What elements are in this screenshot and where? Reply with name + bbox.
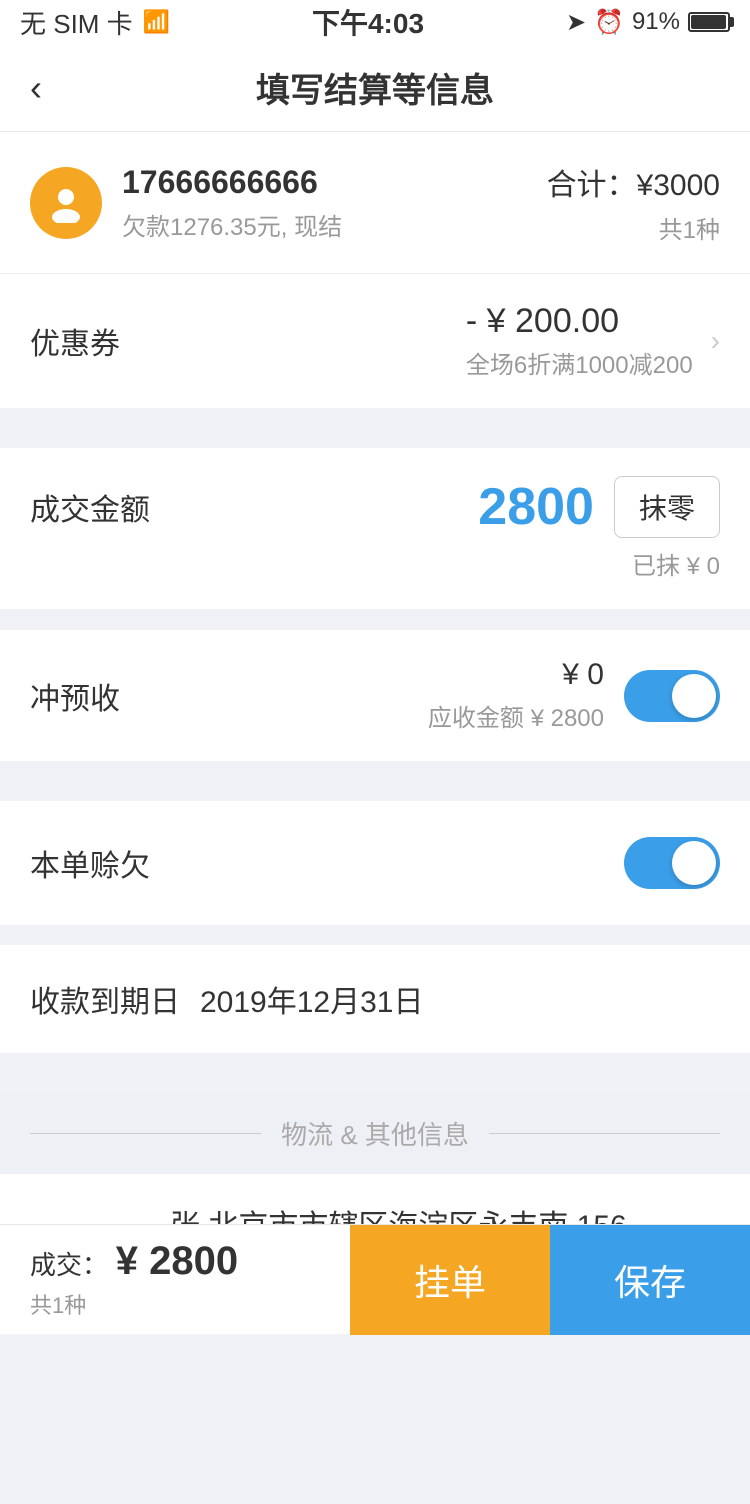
- battery-icon: [688, 12, 730, 32]
- precollect-amount: ¥ 0: [428, 658, 604, 692]
- coupon-row[interactable]: 优惠券 - ¥ 200.00 全场6折满1000减200 ›: [0, 273, 750, 408]
- coupon-label: 优惠券: [30, 319, 120, 363]
- status-bar: 无 SIM 卡 📶 下午4:03 ➤ ⏰ 91%: [0, 0, 750, 44]
- user-debt: 欠款1276.35元, 现结: [122, 207, 547, 242]
- page-title: 填写结算等信息: [256, 63, 494, 112]
- precollect-toggle[interactable]: [624, 670, 720, 722]
- bottom-deal-label: 成交：: [30, 1250, 108, 1280]
- logistics-line-left: [30, 1133, 261, 1134]
- avatar-person-icon: [46, 183, 86, 223]
- duedate-section: 收款到期日 2019年12月31日: [0, 945, 750, 1053]
- logistics-divider: 物流 & 其他信息: [0, 1093, 750, 1174]
- precollect-label: 冲预收: [30, 674, 120, 718]
- round-zero-button[interactable]: 抹零: [614, 476, 720, 538]
- user-card: 17666666666 欠款1276.35元, 现结 合计：¥3000 共1种 …: [0, 132, 750, 408]
- coupon-discount: - ¥ 200.00: [466, 302, 693, 341]
- bottom-deal-row: 成交： ¥ 2800: [30, 1239, 320, 1284]
- coupon-chevron-icon: ›: [711, 325, 720, 357]
- coupon-desc: 全场6折满1000减200: [466, 345, 693, 380]
- bottom-spacer: [0, 1344, 750, 1384]
- duedate-value: 2019年12月31日: [200, 977, 423, 1021]
- status-right: ➤ ⏰ 91%: [566, 8, 730, 37]
- user-total: 合计：¥3000 共1种: [547, 160, 720, 245]
- amount-section: 成交金额 2800 抹零 已抹 ¥ 0: [0, 448, 750, 609]
- avatar: [30, 167, 102, 239]
- battery-percent: 91%: [632, 8, 680, 36]
- total-count: 共1种: [547, 210, 720, 245]
- arrears-toggle[interactable]: [624, 837, 720, 889]
- precollect-amount-block: ¥ 0 应收金额 ¥ 2800: [428, 658, 604, 733]
- bottom-amount: ¥ 2800: [116, 1239, 238, 1283]
- duedate-row: 收款到期日 2019年12月31日: [30, 977, 720, 1021]
- status-left: 无 SIM 卡 📶: [20, 4, 170, 41]
- precollect-right: ¥ 0 应收金额 ¥ 2800: [428, 658, 720, 733]
- arrears-label: 本单赊欠: [30, 841, 150, 885]
- user-phone: 17666666666: [122, 164, 547, 201]
- hang-order-button[interactable]: 挂单: [350, 1225, 550, 1335]
- location-icon: ➤: [566, 8, 586, 37]
- coupon-right: - ¥ 200.00 全场6折满1000减200 ›: [466, 302, 720, 380]
- amount-sub: 已抹 ¥ 0: [30, 546, 720, 581]
- section-divider-3: [0, 1073, 750, 1093]
- total-amount: 合计：¥3000: [547, 160, 720, 204]
- nav-bar: ‹ 填写结算等信息: [0, 44, 750, 132]
- amount-row: 成交金额 2800 抹零: [30, 476, 720, 538]
- duedate-label: 收款到期日: [30, 977, 180, 1021]
- user-row: 17666666666 欠款1276.35元, 现结 合计：¥3000 共1种: [0, 132, 750, 273]
- section-divider-1: [0, 428, 750, 448]
- bottom-count: 共1种: [30, 1288, 320, 1320]
- amount-label: 成交金额: [30, 485, 150, 529]
- amount-value: 2800: [478, 477, 594, 537]
- arrears-toggle-knob: [672, 841, 716, 885]
- precollect-row: 冲预收 ¥ 0 应收金额 ¥ 2800: [0, 629, 750, 761]
- carrier-text: 无 SIM 卡: [20, 4, 133, 41]
- amount-right: 2800 抹零: [478, 476, 720, 538]
- wifi-icon: 📶: [143, 9, 170, 35]
- alarm-icon: ⏰: [594, 8, 624, 37]
- section-divider-2: [0, 781, 750, 801]
- precollect-receivable: 应收金额 ¥ 2800: [428, 698, 604, 733]
- logistics-label: 物流 & 其他信息: [281, 1115, 469, 1152]
- save-button[interactable]: 保存: [550, 1225, 750, 1335]
- bottom-summary: 成交： ¥ 2800 共1种: [0, 1239, 350, 1320]
- arrears-row: 本单赊欠: [0, 801, 750, 925]
- status-time: 下午4:03: [312, 2, 424, 42]
- logistics-line-right: [489, 1133, 720, 1134]
- bottom-bar: 成交： ¥ 2800 共1种 挂单 保存: [0, 1224, 750, 1334]
- toggle-knob: [672, 674, 716, 718]
- user-info: 17666666666 欠款1276.35元, 现结: [122, 164, 547, 242]
- back-button[interactable]: ‹: [30, 67, 42, 109]
